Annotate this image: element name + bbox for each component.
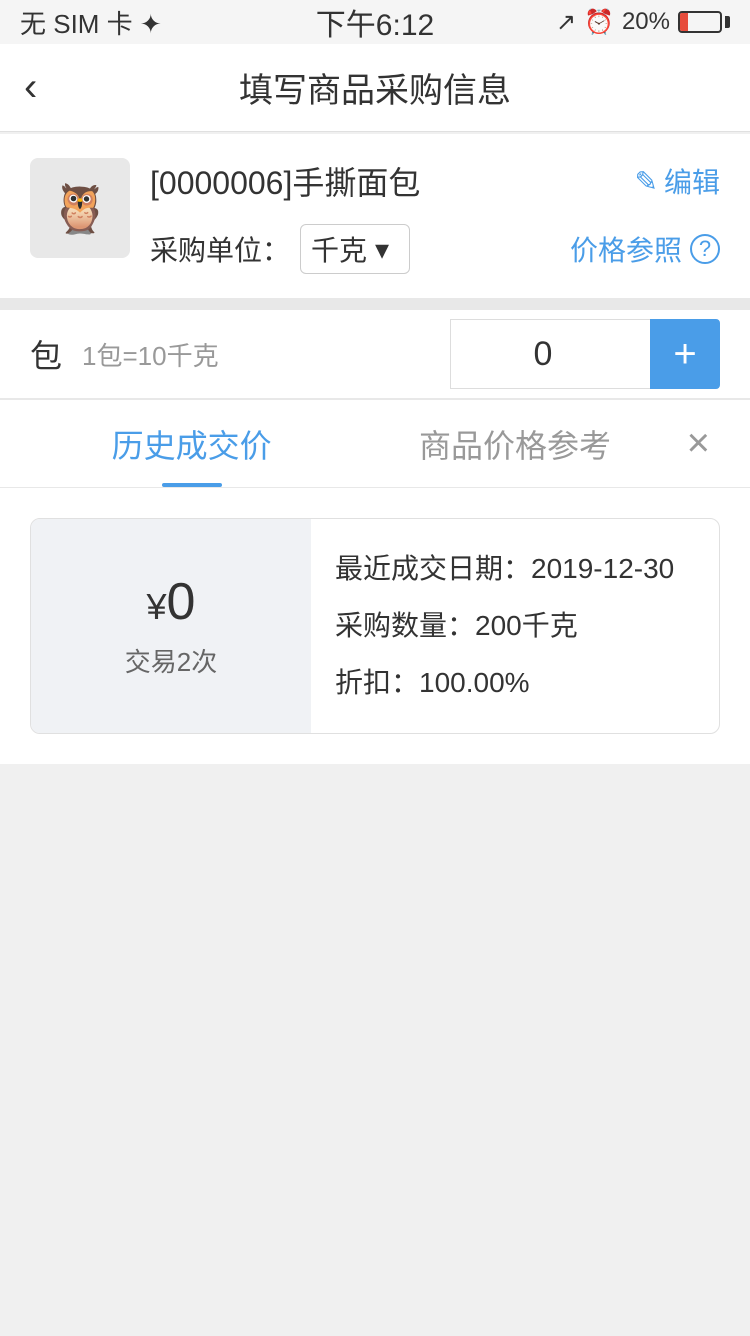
page-title: 填写商品采购信息 — [239, 63, 511, 112]
main-content: 🦉 [0000006]手撕面包 ✎ 编辑 采购单位： 千克 ▾ — [0, 134, 750, 1336]
purchase-unit-label: 采购单位： — [150, 229, 290, 269]
price-ref-label: 价格参照 — [570, 229, 682, 269]
product-image: 🦉 — [30, 158, 130, 258]
discount-value: 100.00% — [419, 667, 530, 698]
unit-badge: 包 — [30, 331, 62, 377]
product-title-row: [0000006]手撕面包 ✎ 编辑 — [150, 158, 720, 204]
unit-select[interactable]: 千克 ▾ — [300, 224, 410, 274]
product-name: [0000006]手撕面包 — [150, 158, 420, 204]
unit-value: 千克 — [311, 229, 367, 269]
product-info: [0000006]手撕面包 ✎ 编辑 采购单位： 千克 ▾ — [150, 158, 720, 274]
nav-bar: ‹ 填写商品采购信息 — [0, 44, 750, 132]
battery-icon — [678, 11, 730, 33]
history-card: ¥0 交易2次 最近成交日期：2019-12-30 采购数量：200千克 折扣：… — [30, 518, 720, 734]
quantity-input[interactable] — [450, 319, 650, 389]
sim-text: 无 SIM 卡 ✦ — [20, 4, 162, 41]
purchase-qty-label: 采购数量： — [335, 610, 475, 641]
history-content: ¥0 交易2次 最近成交日期：2019-12-30 采购数量：200千克 折扣：… — [0, 488, 750, 764]
edit-button[interactable]: ✎ 编辑 — [635, 161, 720, 201]
recent-date-label: 最近成交日期： — [335, 553, 531, 584]
tab-section: 历史成交价 商品价格参考 × ¥0 交易2次 最近成交日期：2019-12-30 — [0, 400, 750, 764]
status-bar: 无 SIM 卡 ✦ 下午6:12 ↗ ⏰ 20% — [0, 0, 750, 44]
product-card: 🦉 [0000006]手撕面包 ✎ 编辑 采购单位： 千克 ▾ — [0, 134, 750, 298]
status-left: 无 SIM 卡 ✦ — [20, 4, 162, 41]
product-logo: 🦉 — [50, 180, 110, 237]
purchase-qty-row: 采购数量：200千克 — [335, 606, 695, 645]
tab-price-reference[interactable]: 商品价格参考 — [353, 400, 676, 487]
status-right: ↗ ⏰ 20% — [556, 8, 730, 37]
battery-percent: 20% — [622, 8, 670, 36]
history-trades: 交易2次 — [125, 642, 217, 679]
unit-row: 采购单位： 千克 ▾ — [150, 224, 410, 274]
alarm-icon: ⏰ — [584, 8, 614, 37]
quantity-row: 包 1包=10千克 + — [0, 310, 750, 398]
back-button[interactable]: ‹ — [24, 65, 37, 110]
currency-symbol: ¥ — [147, 586, 167, 627]
discount-row: 折扣：100.00% — [335, 663, 695, 702]
location-icon: ↗ — [556, 8, 576, 37]
price-ref-button[interactable]: 价格参照 ? — [570, 229, 720, 269]
purchase-row: 采购单位： 千克 ▾ 价格参照 ? — [150, 224, 720, 274]
price-value: 0 — [167, 573, 196, 631]
tab-price-ref-label: 商品价格参考 — [419, 421, 611, 467]
recent-date-value: 2019-12-30 — [531, 553, 674, 584]
product-header: 🦉 [0000006]手撕面包 ✎ 编辑 采购单位： 千克 ▾ — [30, 158, 720, 274]
tab-close-button[interactable]: × — [677, 421, 720, 466]
tab-header: 历史成交价 商品价格参考 × — [0, 400, 750, 488]
section-divider — [0, 298, 750, 310]
history-price: ¥0 — [147, 572, 196, 632]
quantity-input-area: + — [450, 319, 720, 389]
tab-history-label: 历史成交价 — [112, 421, 272, 467]
quantity-plus-button[interactable]: + — [650, 319, 720, 389]
dropdown-arrow: ▾ — [375, 233, 389, 266]
tab-history-price[interactable]: 历史成交价 — [30, 400, 353, 487]
unit-note: 1包=10千克 — [82, 336, 430, 373]
edit-icon: ✎ — [635, 165, 658, 198]
edit-label: 编辑 — [664, 161, 720, 201]
purchase-qty-value: 200千克 — [475, 610, 578, 641]
history-price-panel: ¥0 交易2次 — [31, 519, 311, 733]
discount-label: 折扣： — [335, 667, 419, 698]
history-details-panel: 最近成交日期：2019-12-30 采购数量：200千克 折扣：100.00% — [311, 519, 719, 733]
price-ref-question-icon: ? — [690, 234, 720, 264]
status-time: 下午6:12 — [316, 0, 434, 44]
recent-date-row: 最近成交日期：2019-12-30 — [335, 549, 695, 588]
